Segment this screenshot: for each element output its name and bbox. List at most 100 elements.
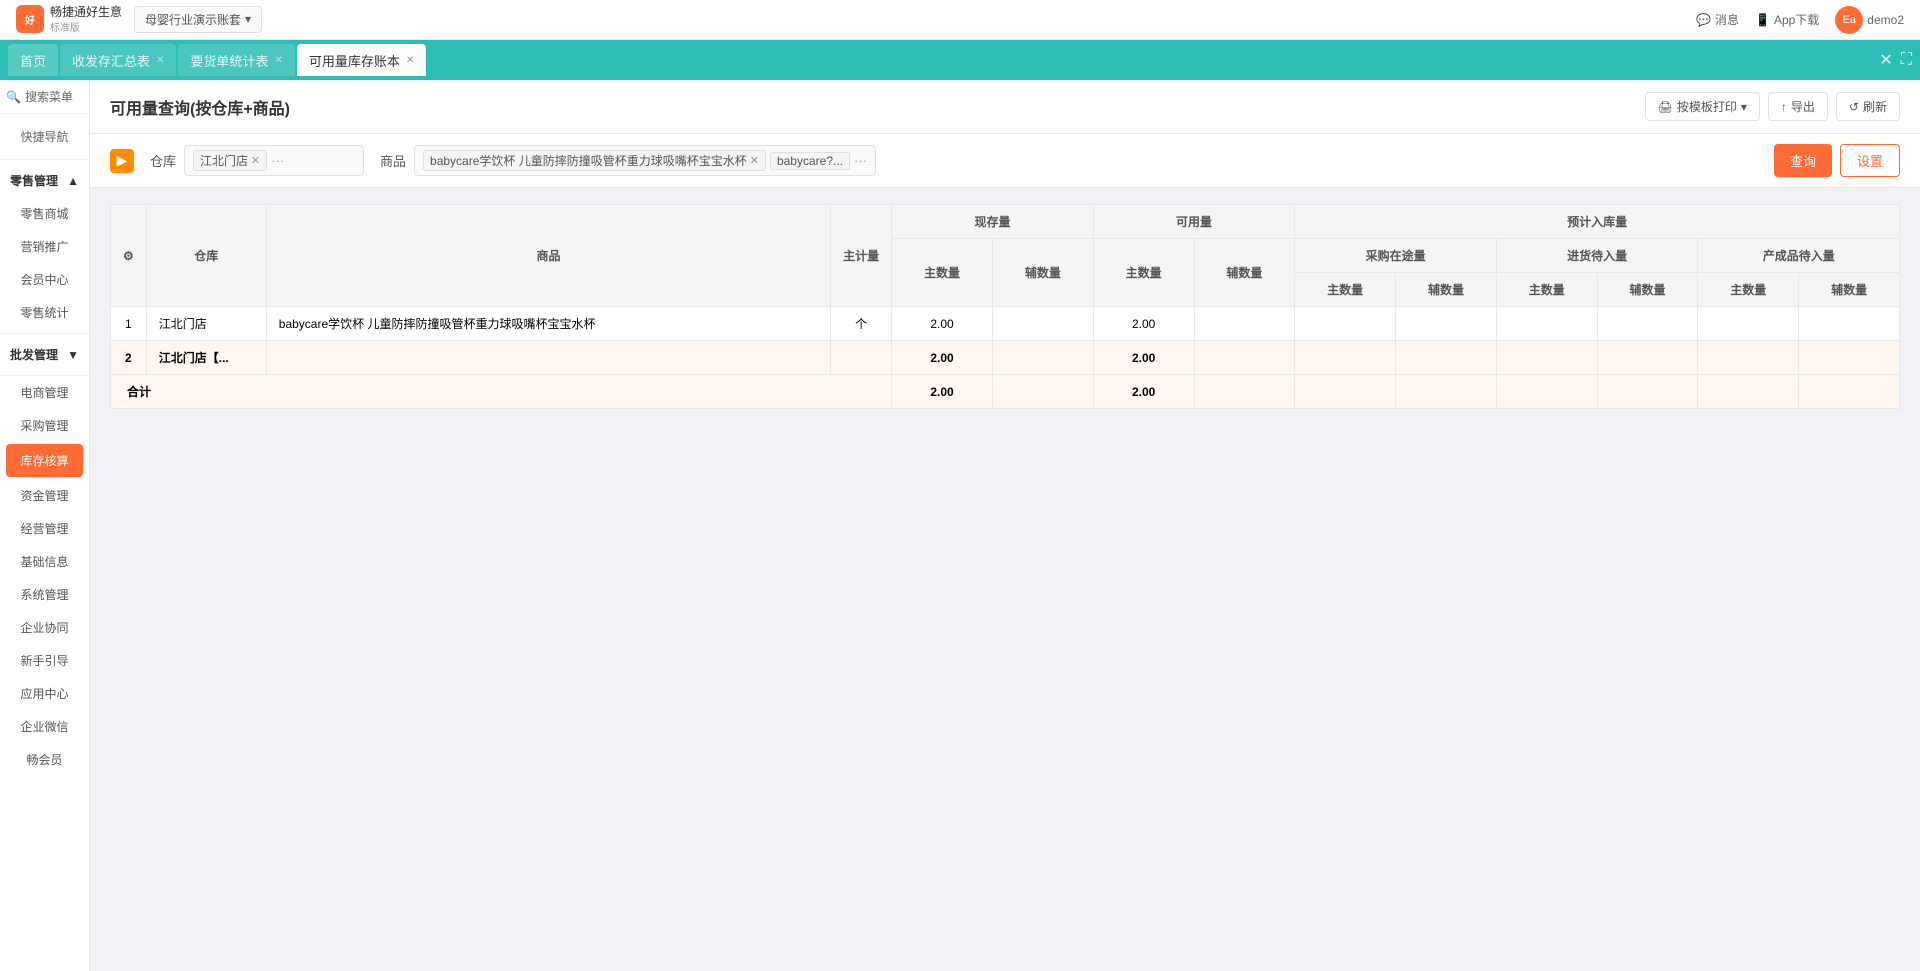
page-header: 可用量查询(按仓库+商品) 🖨 按模板打印 ▾ ↑ 导出 ↺ 刷新 (90, 80, 1920, 134)
row-production-main (1698, 307, 1799, 341)
data-table: ⚙ 仓库 商品 主计量 现存量 可用量 预计入库量 主数量 辅数量 主数量 辅数… (110, 204, 1900, 409)
col-available-header: 可用量 (1093, 205, 1295, 239)
export-button[interactable]: ↑ 导出 (1768, 92, 1828, 121)
sidebar-item-members[interactable]: 会员中心 (0, 263, 89, 296)
search-menu-button[interactable]: 🔍 搜索菜单 (0, 80, 89, 114)
row-arrival-main (1496, 307, 1597, 341)
close-window-icon[interactable]: ✕ (1879, 50, 1892, 70)
query-button[interactable]: 查询 (1774, 144, 1832, 177)
tab-available-stock-close[interactable]: ✕ (406, 55, 414, 66)
refresh-icon: ↺ (1849, 100, 1859, 114)
sidebar-item-enterprise[interactable]: 企业协同 (0, 611, 89, 644)
row-production-aux (1799, 307, 1900, 341)
footer-stock-main: 2.00 (892, 375, 993, 409)
row-stock-aux (992, 341, 1093, 375)
col-warehouse-header: 仓库 (146, 205, 266, 307)
row-unit: 个 (831, 307, 892, 341)
refresh-button[interactable]: ↺ 刷新 (1836, 92, 1900, 121)
sidebar-item-marketing[interactable]: 营销推广 (0, 230, 89, 263)
product-tag-1-close[interactable]: ✕ (750, 154, 759, 167)
tab-available-stock[interactable]: 可用量库存账本 ✕ (297, 44, 426, 76)
row-stock-main: 2.00 (892, 307, 993, 341)
sidebar-item-operations[interactable]: 经营管理 (0, 512, 89, 545)
filter-expand-button[interactable]: ▶ (110, 149, 134, 173)
product-more-dots[interactable]: ··· (854, 153, 867, 168)
sidebar-section-wholesale: 批发管理 ▼ (0, 334, 89, 376)
warehouse-more-dots[interactable]: ··· (271, 153, 284, 168)
tab-home[interactable]: 首页 (8, 44, 58, 76)
settings-button[interactable]: 设置 (1840, 144, 1900, 177)
row-product (266, 341, 830, 375)
tab-order-stats-close[interactable]: ✕ (274, 55, 282, 66)
row-warehouse: 江北门店 (146, 307, 266, 341)
row-avail-main: 2.00 (1093, 307, 1194, 341)
search-menu-label: 搜索菜单 (25, 88, 73, 105)
user-area[interactable]: Ea demo2 (1835, 6, 1904, 34)
tab-receive-send-close[interactable]: ✕ (156, 55, 164, 66)
col-purchase-main: 主数量 (1295, 273, 1396, 307)
row-arrival-aux (1597, 307, 1698, 341)
sidebar-item-appcenter[interactable]: 应用中心 (0, 677, 89, 710)
col-purchase-aux: 辅数量 (1396, 273, 1497, 307)
main-layout: 🔍 搜索菜单 快捷导航 零售管理 ▲ 零售商城 营销推广 会员中心 零售统计 批… (0, 80, 1920, 971)
footer-avail-main: 2.00 (1093, 375, 1194, 409)
product-filter-input[interactable]: babycare学饮杯 儿童防摔防撞吸管杯重力球吸嘴杯宝宝水杯 ✕ babyca… (414, 145, 876, 176)
col-arrival-main: 主数量 (1496, 273, 1597, 307)
row-avail-main: 2.00 (1093, 341, 1194, 375)
sidebar-item-basics[interactable]: 基础信息 (0, 545, 89, 578)
col-arrival-header: 进货待入量 (1496, 239, 1698, 273)
warehouse-tag-close[interactable]: ✕ (251, 154, 260, 167)
row-purchase-aux (1396, 341, 1497, 375)
sidebar-retail-header[interactable]: 零售管理 ▲ (0, 164, 89, 197)
row-warehouse: 江北门店【... (146, 341, 266, 375)
col-current-stock-header: 现存量 (892, 205, 1094, 239)
tab-bar: 首页 收发存汇总表 ✕ 要货单统计表 ✕ 可用量库存账本 ✕ ✕ ⛶ (0, 40, 1920, 80)
col-stock-main: 主数量 (892, 239, 993, 307)
template-print-label: 按模板打印 (1677, 98, 1737, 115)
warehouse-tag: 江北门店 ✕ (193, 150, 267, 171)
sidebar-item-vip[interactable]: 畅会员 (0, 743, 89, 776)
row-production-main (1698, 341, 1799, 375)
app-download-button[interactable]: 📱 App下载 (1755, 11, 1819, 28)
logo-text: 畅捷通好生意 (50, 5, 122, 19)
sidebar-section-retail: 零售管理 ▲ 零售商城 营销推广 会员中心 零售统计 (0, 160, 89, 334)
row-purchase-main (1295, 307, 1396, 341)
message-label: 消息 (1715, 11, 1739, 28)
message-button[interactable]: 💬 消息 (1696, 11, 1739, 28)
template-print-button[interactable]: 🖨 按模板打印 ▾ (1645, 92, 1760, 121)
sidebar-item-inventory[interactable]: 库存核算 (6, 444, 83, 477)
retail-chevron-icon: ▲ (67, 174, 79, 188)
sidebar-item-quick-nav[interactable]: 快捷导航 (0, 120, 89, 153)
retail-label: 零售管理 (10, 172, 58, 189)
sidebar-item-ecommerce[interactable]: 电商管理 (0, 376, 89, 409)
sidebar-item-retail-stats[interactable]: 零售统计 (0, 296, 89, 329)
logo-area: 好 畅捷通好生意 标准版 (16, 5, 122, 34)
col-avail-main: 主数量 (1093, 239, 1194, 307)
sidebar-item-wechat[interactable]: 企业微信 (0, 710, 89, 743)
row-purchase-main (1295, 341, 1396, 375)
fullscreen-icon[interactable]: ⛶ (1901, 51, 1912, 69)
content-area: 可用量查询(按仓库+商品) 🖨 按模板打印 ▾ ↑ 导出 ↺ 刷新 ▶ (90, 80, 1920, 971)
col-production-main: 主数量 (1698, 273, 1799, 307)
sidebar-wholesale-header[interactable]: 批发管理 ▼ (0, 338, 89, 371)
col-stock-aux: 辅数量 (992, 239, 1093, 307)
sidebar-item-purchase[interactable]: 采购管理 (0, 409, 89, 442)
tab-order-stats[interactable]: 要货单统计表 ✕ (178, 44, 294, 76)
filter-area: ▶ 仓库 江北门店 ✕ ··· 商品 babycare学饮杯 儿童防摔防撞吸管杯… (90, 134, 1920, 188)
wholesale-label: 批发管理 (10, 346, 58, 363)
col-arrival-aux: 辅数量 (1597, 273, 1698, 307)
export-label: 导出 (1791, 98, 1815, 115)
sidebar-item-system[interactable]: 系统管理 (0, 578, 89, 611)
warehouse-filter-input[interactable]: 江北门店 ✕ ··· (184, 145, 364, 176)
industry-selector[interactable]: 母婴行业演示账套 ▾ (134, 6, 262, 33)
sidebar-item-newuser[interactable]: 新手引导 (0, 644, 89, 677)
industry-label: 母婴行业演示账套 (145, 11, 241, 28)
sidebar-item-finance[interactable]: 资金管理 (0, 479, 89, 512)
col-unit-header: 主计量 (831, 205, 892, 307)
row-unit (831, 341, 892, 375)
table-row: 1 江北门店 babycare学饮杯 儿童防摔防撞吸管杯重力球吸嘴杯宝宝水杯 个… (111, 307, 1900, 341)
col-settings[interactable]: ⚙ (111, 205, 147, 307)
tab-receive-send[interactable]: 收发存汇总表 ✕ (60, 44, 176, 76)
warehouse-tag-value: 江北门店 (200, 152, 248, 169)
sidebar-item-retail-mall[interactable]: 零售商城 (0, 197, 89, 230)
